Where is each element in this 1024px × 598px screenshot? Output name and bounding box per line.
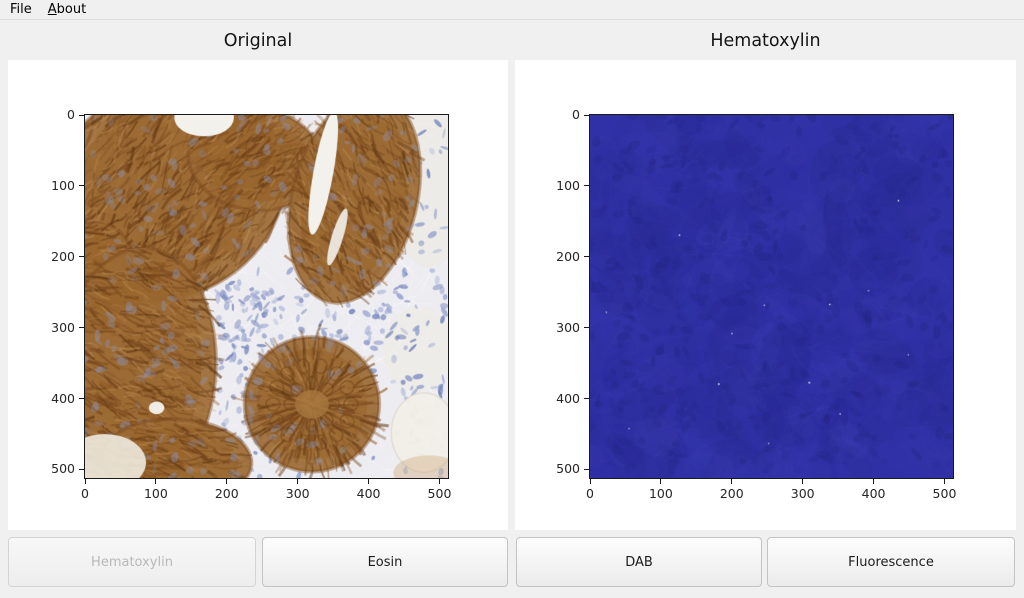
tick-mark: [84, 479, 86, 484]
tick-label: 200: [51, 248, 75, 264]
tick-label: 500: [427, 486, 452, 501]
tick-label: 400: [861, 486, 886, 501]
tick-mark: [79, 114, 84, 116]
tick-mark: [589, 479, 591, 484]
hematoxylin-button[interactable]: Hematoxylin: [8, 537, 256, 587]
tick-mark: [368, 479, 370, 484]
tick-mark: [79, 327, 84, 329]
hematoxylin-image-canvas: [590, 115, 953, 478]
tick-mark: [155, 479, 157, 484]
hematoxylin-panel: 0 100 200 300 400 500 0 100 200 300 400 500: [515, 60, 1016, 530]
tick-label: 300: [285, 486, 310, 501]
fluorescence-button[interactable]: Fluorescence: [767, 537, 1015, 587]
tick-label: 300: [556, 319, 580, 335]
tick-label: 0: [586, 486, 594, 501]
tick-label: 400: [51, 390, 75, 406]
status-strip: [0, 587, 1024, 598]
menu-bar: File About: [0, 0, 1024, 20]
hematoxylin-plot-frame: [589, 114, 954, 479]
original-image-canvas: [85, 115, 448, 478]
tick-label: 300: [51, 319, 75, 335]
tick-mark: [79, 468, 84, 470]
app-window: { "menu": { "file": "File", "about": "Ab…: [0, 0, 1024, 598]
dab-button[interactable]: DAB: [516, 537, 762, 587]
tick-label: 500: [932, 486, 957, 501]
tick-label: 200: [556, 248, 580, 264]
menu-item-file[interactable]: File: [10, 2, 32, 17]
tick-label: 100: [648, 486, 673, 501]
tick-mark: [438, 479, 440, 484]
tick-label: 400: [356, 486, 381, 501]
hematoxylin-title: Hematoxylin: [710, 31, 821, 51]
tick-label: 300: [790, 486, 815, 501]
tick-label: 0: [81, 486, 89, 501]
tick-mark: [731, 479, 733, 484]
tick-mark: [297, 479, 299, 484]
tick-mark: [660, 479, 662, 484]
tick-mark: [79, 185, 84, 187]
tick-label: 500: [51, 461, 75, 477]
tick-label: 200: [719, 486, 744, 501]
tick-mark: [584, 185, 589, 187]
tick-label: 500: [556, 461, 580, 477]
tick-label: 100: [143, 486, 168, 501]
tick-mark: [802, 479, 804, 484]
original-title: Original: [223, 31, 293, 51]
tick-mark: [584, 114, 589, 116]
tick-label: 200: [214, 486, 239, 501]
tick-label: 400: [556, 390, 580, 406]
tick-mark: [584, 468, 589, 470]
original-plot-frame: [84, 114, 449, 479]
tick-label: 0: [67, 107, 75, 122]
tick-mark: [584, 327, 589, 329]
tick-mark: [873, 479, 875, 484]
tick-mark: [584, 398, 589, 400]
tick-label: 100: [51, 177, 75, 193]
tick-mark: [584, 256, 589, 258]
tick-mark: [943, 479, 945, 484]
eosin-button[interactable]: Eosin: [262, 537, 508, 587]
tick-label: 100: [556, 177, 580, 193]
tick-label: 0: [572, 107, 580, 122]
original-panel: 0 100 200 300 400 500 0 100 200 300 400 500: [8, 60, 508, 530]
tick-mark: [79, 256, 84, 258]
menu-item-about[interactable]: About: [48, 2, 86, 17]
tick-mark: [79, 398, 84, 400]
tick-mark: [226, 479, 228, 484]
